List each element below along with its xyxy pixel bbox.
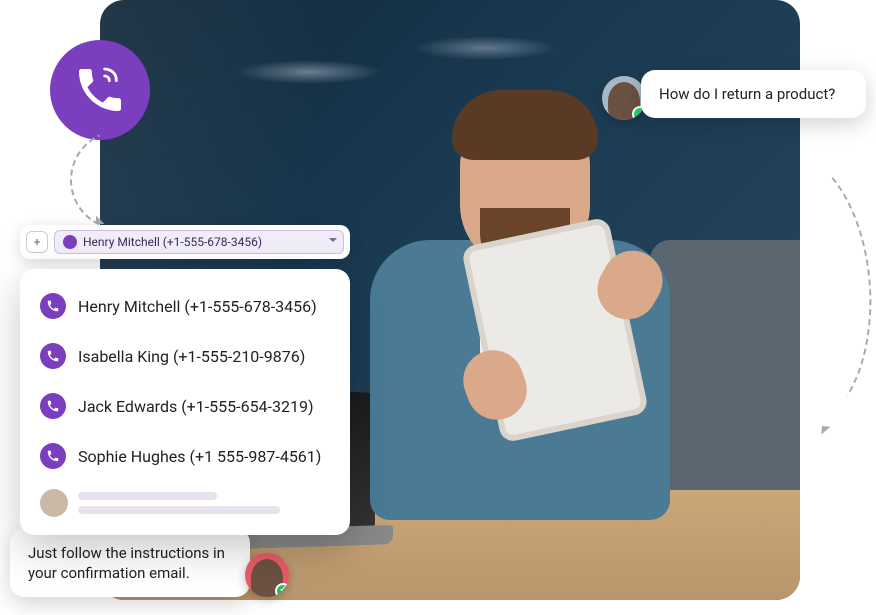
agent-message-text: Just follow the instructions in your con… — [28, 544, 225, 582]
contact-option-label: Sophie Hughes (+1 555-987-4561) — [78, 447, 321, 466]
add-contact-button[interactable]: + — [26, 231, 48, 253]
customer-message-text: How do I return a product? — [659, 85, 835, 103]
viber-icon — [63, 235, 77, 249]
contact-option[interactable]: Jack Edwards (+1-555-654-3219) — [20, 381, 350, 431]
viber-icon — [72, 62, 128, 118]
text-placeholder — [78, 506, 280, 514]
agent-avatar — [245, 553, 289, 597]
selected-contact-label: Henry Mitchell (+1-555-678-3456) — [83, 235, 262, 249]
contact-option-placeholder — [20, 481, 350, 517]
plus-icon: + — [34, 235, 41, 249]
viber-icon — [40, 343, 66, 369]
contact-dropdown-list: Henry Mitchell (+1-555-678-3456) Isabell… — [20, 269, 350, 535]
contact-option-label: Jack Edwards (+1-555-654-3219) — [78, 397, 314, 416]
contact-option[interactable]: Isabella King (+1-555-210-9876) — [20, 331, 350, 381]
viber-icon — [40, 293, 66, 319]
contact-option-label: Henry Mitchell (+1-555-678-3456) — [78, 297, 317, 316]
selected-contact-chip[interactable]: Henry Mitchell (+1-555-678-3456) — [54, 230, 344, 254]
viber-logo-badge — [50, 40, 150, 140]
avatar-placeholder — [40, 489, 68, 517]
contact-picker-bar: + Henry Mitchell (+1-555-678-3456) — [20, 225, 350, 259]
customer-avatar — [602, 76, 646, 120]
chevron-down-icon — [329, 238, 337, 246]
agent-message-bubble: Just follow the instructions in your con… — [10, 529, 250, 598]
verified-check-icon — [275, 583, 289, 597]
person — [330, 60, 710, 520]
contact-option[interactable]: Sophie Hughes (+1 555-987-4561) — [20, 431, 350, 481]
viber-icon — [40, 443, 66, 469]
text-placeholder — [78, 492, 217, 500]
contact-option-label: Isabella King (+1-555-210-9876) — [78, 347, 305, 366]
marketing-hero: How do I return a product? Just follow t… — [0, 0, 876, 615]
contact-picker: + Henry Mitchell (+1-555-678-3456) Henry… — [20, 225, 350, 535]
customer-message-bubble: How do I return a product? — [641, 70, 866, 118]
viber-icon — [40, 393, 66, 419]
contact-option[interactable]: Henry Mitchell (+1-555-678-3456) — [20, 281, 350, 331]
